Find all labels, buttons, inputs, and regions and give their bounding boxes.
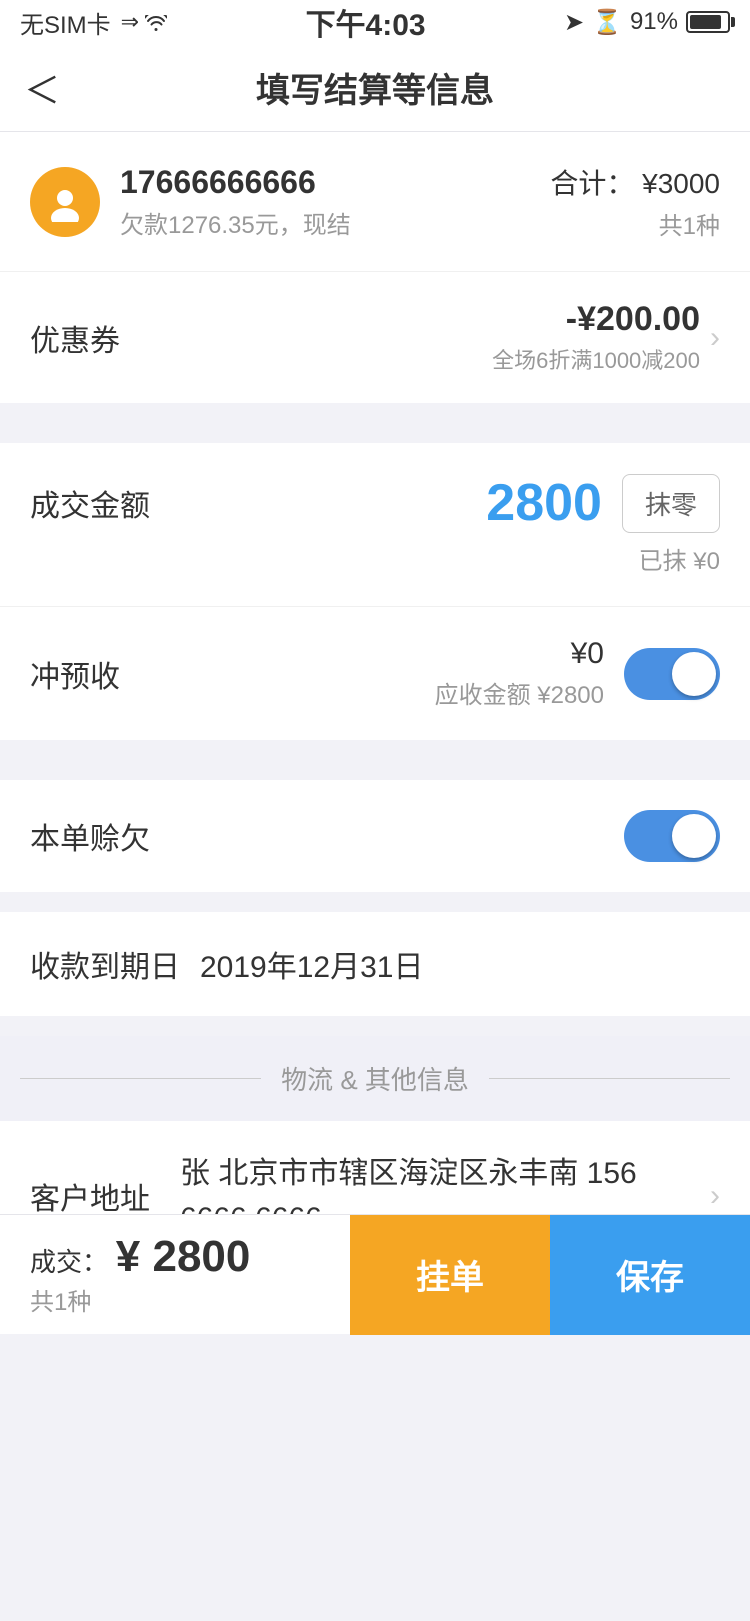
- logistics-text: 物流 & 其他信息: [281, 1060, 469, 1097]
- prereceive-amount: ¥0: [435, 637, 604, 671]
- wifi-icon: ⇒: [121, 9, 168, 35]
- bottom-bar: 成交： ¥ 2800 共1种 挂单 保存: [0, 1214, 750, 1334]
- total-count: 共1种: [550, 206, 720, 241]
- deal-prefix: 成交：: [30, 1247, 108, 1277]
- battery-percent: 91%: [630, 8, 678, 36]
- total-label: 合计：: [550, 168, 634, 199]
- deal-amount-section: 成交金额 2800 抹零 已抹 ¥0: [0, 443, 750, 606]
- amount-row: 成交金额 2800 抹零: [30, 473, 720, 533]
- customer-details: 17666666666 欠款1276.35元，现结: [120, 164, 351, 240]
- customer-phone: 17666666666: [120, 164, 351, 201]
- prereceive-section: 冲预收 ¥0 应收金额 ¥2800: [0, 606, 750, 740]
- save-button[interactable]: 保存: [550, 1215, 750, 1335]
- address-label: 客户地址: [30, 1174, 150, 1218]
- due-date-section: 收款到期日 2019年12月31日: [0, 912, 750, 1016]
- duedate-row: 收款到期日 2019年12月31日: [30, 942, 720, 986]
- back-button[interactable]: ＜: [24, 62, 60, 114]
- coupon-description: 全场6折满1000减200: [492, 343, 700, 375]
- battery-icon: [686, 11, 730, 33]
- toggle-knob: [672, 652, 716, 696]
- bottom-summary: 成交： ¥ 2800 共1种: [0, 1232, 350, 1317]
- coupon-row[interactable]: 优惠券 -¥200.00 全场6折满1000减200 ›: [0, 271, 750, 403]
- coupon-content: -¥200.00 全场6折满1000减200: [492, 300, 700, 375]
- logistics-divider: 物流 & 其他信息: [0, 1036, 750, 1121]
- divider-line-right: [489, 1078, 730, 1079]
- customer-info-card: 17666666666 欠款1276.35元，现结 合计： ¥3000 共1种: [0, 132, 750, 271]
- time-display: 下午4:03: [306, 0, 426, 44]
- section-gap-1: [0, 423, 750, 443]
- page-title: 填写结算等信息: [256, 63, 494, 112]
- prereceive-toggle[interactable]: [624, 648, 720, 700]
- deal-amount-value: 2800: [486, 473, 602, 533]
- chevron-right-icon: ›: [710, 321, 720, 355]
- coupon-label: 优惠券: [30, 316, 120, 360]
- customer-total: 合计： ¥3000 共1种: [550, 162, 720, 241]
- debt-single-label: 本单赊欠: [30, 814, 150, 858]
- avatar: [30, 167, 100, 237]
- status-bar: 无SIM卡 ⇒ 下午4:03 ➤ ⏳ 91%: [0, 0, 750, 44]
- prereceive-sub: 应收金额 ¥2800: [435, 675, 604, 710]
- pending-button[interactable]: 挂单: [350, 1215, 550, 1335]
- round-zero-button[interactable]: 抹零: [622, 474, 720, 533]
- duedate-label: 收款到期日: [30, 942, 180, 986]
- carrier-label: 无SIM卡: [20, 5, 111, 40]
- alarm-icon: ⏳: [592, 8, 622, 37]
- status-right: ➤ ⏳ 91%: [564, 8, 730, 37]
- deal-amount-label: 成交金额: [30, 481, 150, 525]
- divider-line-left: [20, 1078, 261, 1079]
- debt-toggle[interactable]: [624, 810, 720, 862]
- debt-single-section: 本单赊欠: [0, 780, 750, 892]
- duedate-value: 2019年12月31日: [200, 942, 423, 986]
- customer-debt: 欠款1276.35元，现结: [120, 205, 351, 240]
- debt-toggle-knob: [672, 814, 716, 858]
- nav-bar: ＜ 填写结算等信息: [0, 44, 750, 132]
- total-amount: ¥3000: [642, 168, 720, 199]
- status-left: 无SIM卡 ⇒: [20, 5, 167, 40]
- coupon-discount: -¥200.00: [492, 300, 700, 339]
- bottom-deal-amount: ¥ 2800: [116, 1232, 251, 1281]
- prereceive-right: ¥0 应收金额 ¥2800: [435, 637, 720, 710]
- deal-summary-row: 成交： ¥ 2800: [30, 1232, 320, 1282]
- location-icon: ➤: [564, 8, 584, 37]
- prereceive-values: ¥0 应收金额 ¥2800: [435, 637, 604, 710]
- section-gap-2: [0, 760, 750, 780]
- deal-amount-sub: 已抹 ¥0: [30, 541, 720, 576]
- customer-left: 17666666666 欠款1276.35元，现结: [30, 164, 351, 240]
- prereceive-label: 冲预收: [30, 652, 120, 696]
- bottom-deal-count: 共1种: [30, 1282, 320, 1317]
- amount-right: 2800 抹零: [486, 473, 720, 533]
- content-area: 17666666666 欠款1276.35元，现结 合计： ¥3000 共1种 …: [0, 132, 750, 1621]
- address-chevron-icon: ›: [710, 1179, 720, 1213]
- coupon-right: -¥200.00 全场6折满1000减200 ›: [492, 300, 720, 375]
